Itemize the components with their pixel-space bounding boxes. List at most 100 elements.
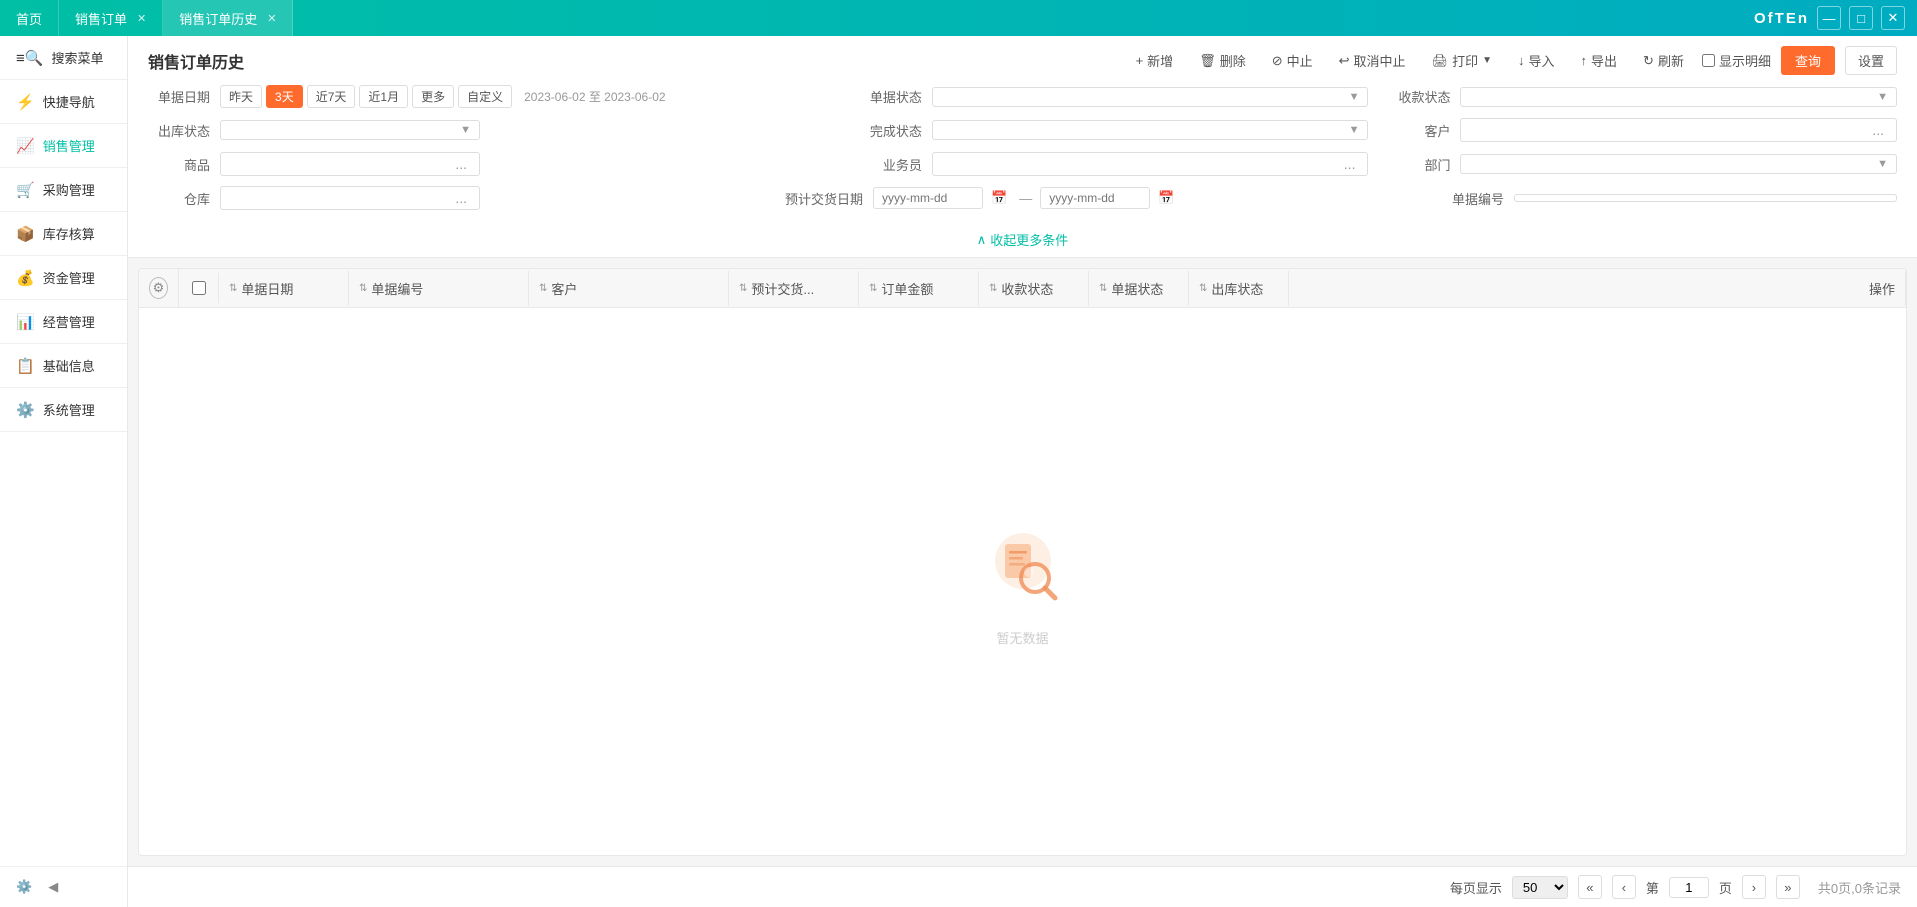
- topbar-tabs: 首页 销售订单 ✕ 销售订单历史 ✕: [0, 0, 1754, 36]
- sidebar-item-inventory-label: 库存核算: [43, 224, 95, 243]
- delete-button[interactable]: 🗑 删除: [1191, 47, 1254, 74]
- date-btn-1month[interactable]: 近1月: [359, 85, 408, 108]
- page-title-row: 销售订单历史 + 新增 🗑 删除 ⊘ 中止 ↩: [148, 46, 1897, 75]
- outbound-status-section: 出库状态 ▼: [148, 120, 860, 140]
- expected-date-to-input[interactable]: [1040, 187, 1150, 209]
- new-button[interactable]: + 新增: [1128, 47, 1182, 74]
- print-label: 打印: [1452, 51, 1478, 70]
- sidebar-item-quick-nav[interactable]: ⚡ 快捷导航: [0, 80, 127, 124]
- th-status-sort-icon[interactable]: ⇅: [1099, 283, 1107, 294]
- th-check: [179, 273, 219, 303]
- payment-status-section: 收款状态 ▼: [1388, 87, 1897, 107]
- topbar-right: OfTEn — □ ✕: [1754, 6, 1917, 30]
- date-filter-label: 单据日期: [148, 87, 220, 106]
- brand-label: OfTEn: [1754, 10, 1809, 27]
- cancel-stop-button[interactable]: ↩ 取消中止: [1331, 47, 1414, 74]
- sidebar-item-system-mgmt[interactable]: ⚙️ 系统管理: [0, 388, 127, 432]
- page-last-btn[interactable]: »: [1776, 875, 1800, 899]
- display-cols-checkbox[interactable]: [1702, 54, 1715, 67]
- sidebar-item-capital-mgmt[interactable]: 💰 资金管理: [0, 256, 127, 300]
- setting-button[interactable]: 设置: [1845, 46, 1897, 75]
- tab-home[interactable]: 首页: [0, 0, 59, 36]
- sidebar-item-capital-mgmt-label: 资金管理: [43, 268, 95, 287]
- th-outbound-sort-icon[interactable]: ⇅: [1199, 283, 1207, 294]
- page-first-btn[interactable]: «: [1578, 875, 1602, 899]
- department-section: 部门 ▼: [1388, 154, 1897, 174]
- cancel-stop-icon: ↩: [1339, 53, 1350, 69]
- salesperson-ellipsis-btn[interactable]: ...: [1340, 156, 1360, 172]
- refresh-icon: ↻: [1643, 53, 1654, 69]
- th-settings[interactable]: ⚙: [139, 269, 179, 307]
- select-all-checkbox[interactable]: [192, 281, 206, 295]
- complete-status-select[interactable]: ▼: [932, 120, 1369, 140]
- sidebar-item-basic-info[interactable]: 📋 基础信息: [0, 344, 127, 388]
- tab-sales-order-close[interactable]: ✕: [137, 12, 146, 25]
- window-minimize-btn[interactable]: —: [1817, 6, 1841, 30]
- customer-label: 客户: [1388, 121, 1460, 140]
- page-label-after: 页: [1719, 878, 1732, 897]
- product-ellipsis-btn[interactable]: ...: [451, 156, 471, 172]
- sidebar-item-purchase-mgmt[interactable]: 🛒 采购管理: [0, 168, 127, 212]
- page-prev-btn[interactable]: ‹: [1612, 875, 1636, 899]
- collapse-up-icon: ∧: [977, 232, 987, 248]
- date-btn-yesterday[interactable]: 昨天: [220, 85, 262, 108]
- department-select[interactable]: ▼: [1460, 154, 1897, 174]
- date-btn-7days[interactable]: 近7天: [307, 85, 356, 108]
- page-size-label: 每页显示: [1450, 878, 1502, 897]
- display-cols-label[interactable]: 显示明细: [1702, 51, 1771, 70]
- operations-mgmt-icon: 📊: [16, 313, 35, 331]
- customer-ellipsis-btn[interactable]: ...: [1868, 122, 1888, 138]
- collapse-button[interactable]: ∧ 收起更多条件: [148, 226, 1897, 253]
- outbound-status-label: 出库状态: [148, 121, 220, 140]
- sidebar-bottom-settings-icon[interactable]: ⚙️: [16, 879, 32, 895]
- page-number-input[interactable]: [1669, 877, 1709, 898]
- window-maximize-btn[interactable]: □: [1849, 6, 1873, 30]
- outbound-status-select[interactable]: ▼: [220, 120, 480, 140]
- date-btn-more[interactable]: 更多: [412, 85, 454, 108]
- sidebar-item-search-menu[interactable]: ≡🔍 搜索菜单: [0, 36, 127, 80]
- page-size-select[interactable]: 50 10 20 100: [1512, 876, 1568, 899]
- calendar-from-icon[interactable]: 📅: [991, 190, 1007, 206]
- delete-label: 删除: [1220, 51, 1246, 70]
- th-delivery-sort-icon[interactable]: ⇅: [739, 283, 747, 294]
- stop-icon: ⊘: [1272, 53, 1283, 69]
- th-no-sort-icon[interactable]: ⇅: [359, 283, 367, 294]
- tab-sales-order-history-close[interactable]: ✕: [267, 12, 276, 25]
- import-button[interactable]: ↓ 导入: [1510, 47, 1563, 74]
- date-filter-section: 单据日期 昨天 3天 近7天 近1月 更多 自定义 2023-06-02 至 2…: [148, 85, 860, 108]
- sidebar-item-inventory[interactable]: 📦 库存核算: [0, 212, 127, 256]
- query-button[interactable]: 查询: [1781, 46, 1835, 75]
- print-button[interactable]: 🖨 打印 ▼: [1424, 47, 1500, 74]
- tab-sales-order[interactable]: 销售订单 ✕: [59, 0, 163, 36]
- quick-nav-icon: ⚡: [16, 93, 35, 111]
- export-button[interactable]: ↑ 导出: [1573, 47, 1626, 74]
- column-settings-icon[interactable]: ⚙: [149, 277, 168, 299]
- date-btn-3days[interactable]: 3天: [266, 85, 303, 108]
- refresh-button[interactable]: ↻ 刷新: [1635, 47, 1692, 74]
- payment-status-select[interactable]: ▼: [1460, 87, 1897, 107]
- window-close-btn[interactable]: ✕: [1881, 6, 1905, 30]
- bill-no-section: 单据编号: [1442, 189, 1897, 208]
- bill-no-label: 单据编号: [1442, 189, 1514, 208]
- sidebar-item-operations-mgmt[interactable]: 📊 经营管理: [0, 300, 127, 344]
- sidebar-item-sales-mgmt[interactable]: 📈 销售管理: [0, 124, 127, 168]
- layout: ≡🔍 搜索菜单 ⚡ 快捷导航 📈 销售管理 🛒 采购管理 📦 库存核算 💰 资金…: [0, 36, 1917, 907]
- bill-status-select[interactable]: ▼: [932, 87, 1369, 107]
- th-amount-sort-icon[interactable]: ⇅: [869, 283, 877, 294]
- th-customer-sort-icon[interactable]: ⇅: [539, 283, 547, 294]
- stop-button[interactable]: ⊘ 中止: [1264, 47, 1321, 74]
- calendar-to-icon[interactable]: 📅: [1158, 190, 1174, 206]
- tab-sales-order-history[interactable]: 销售订单历史 ✕: [163, 0, 293, 36]
- warehouse-ellipsis-btn[interactable]: ...: [451, 190, 471, 206]
- print-icon: 🖨: [1432, 53, 1449, 69]
- total-text: 共0页,0条记录: [1818, 878, 1901, 897]
- sidebar-collapse-icon[interactable]: ◀: [48, 879, 58, 895]
- date-btn-custom[interactable]: 自定义: [458, 85, 512, 108]
- filter-row-2: 出库状态 ▼ 完成状态 ▼ 客户: [148, 118, 1897, 142]
- th-date-sort-icon[interactable]: ⇅: [229, 283, 237, 294]
- empty-illustration: 暂无数据: [973, 516, 1073, 647]
- expected-date-from-input[interactable]: [873, 187, 983, 209]
- page-next-btn[interactable]: ›: [1742, 875, 1766, 899]
- th-outbound-label: 出库状态: [1211, 279, 1263, 298]
- th-payment-sort-icon[interactable]: ⇅: [989, 283, 997, 294]
